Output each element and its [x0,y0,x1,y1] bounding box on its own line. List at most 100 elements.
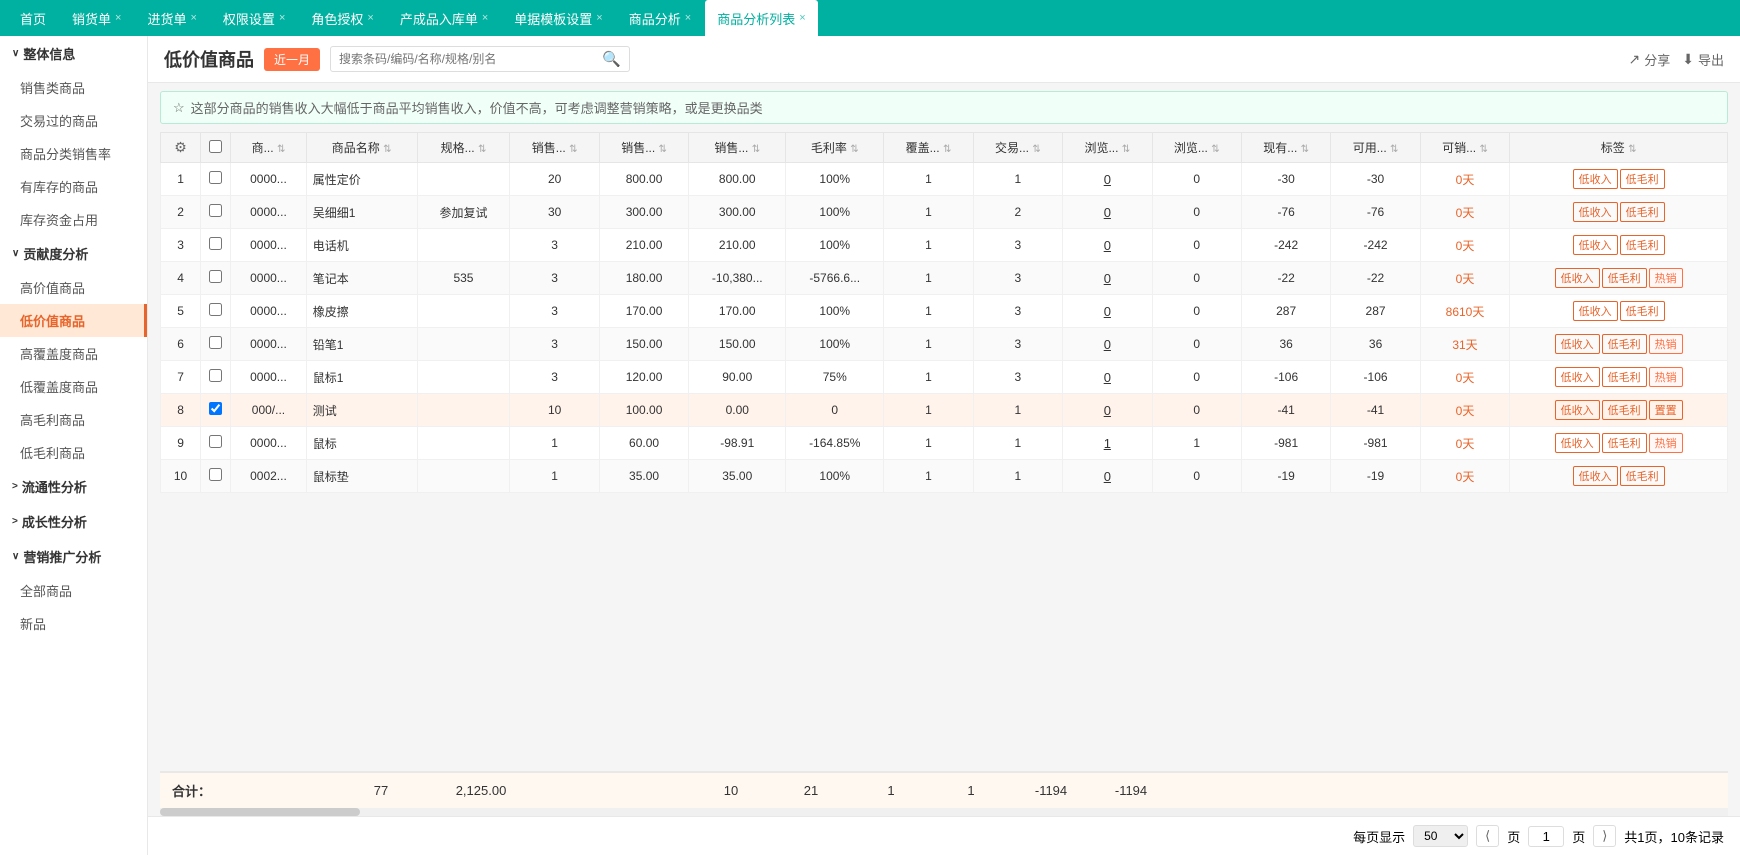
cell-checkbox[interactable] [201,229,231,262]
next-page-button[interactable]: ⟩ [1593,825,1616,847]
close-icon[interactable]: × [279,12,285,24]
close-icon[interactable]: × [190,12,196,24]
cell-browse1[interactable]: 1 [1063,427,1152,460]
close-icon[interactable]: × [482,12,488,24]
cell-browse1[interactable]: 0 [1063,229,1152,262]
sidebar-group-overall[interactable]: ∨ 整体信息 [0,36,147,71]
close-icon[interactable]: × [799,12,805,24]
col-code[interactable]: 商... ⇅ [231,133,307,163]
browse1-link[interactable]: 0 [1104,337,1111,352]
sidebar-item-low-value[interactable]: 低价值商品 [0,304,147,337]
row-checkbox[interactable] [209,237,222,250]
sidebar-item-high-margin[interactable]: 高毛利商品 [0,403,147,436]
nav-product-analysis-list[interactable]: 商品分析列表 × [705,0,817,36]
cell-checkbox[interactable] [201,460,231,493]
sidebar-item-high-coverage[interactable]: 高覆盖度商品 [0,337,147,370]
page-input[interactable] [1528,826,1564,847]
col-sales-qty[interactable]: 销售... ⇅ [510,133,599,163]
nav-product-in[interactable]: 产成品入库单 × [388,0,500,36]
cell-browse1[interactable]: 0 [1063,163,1152,196]
col-coverage[interactable]: 覆盖... ⇅ [884,133,973,163]
browse1-link[interactable]: 0 [1104,271,1111,286]
cell-browse1[interactable]: 0 [1063,262,1152,295]
per-page-select[interactable]: 50 100 200 [1413,825,1468,847]
sidebar-group-contribution[interactable]: ∨ 贡献度分析 [0,236,147,271]
sidebar-group-growth[interactable]: > 成长性分析 [0,504,147,539]
nav-permission[interactable]: 权限设置 × [211,0,297,36]
browse1-link[interactable]: 0 [1104,172,1111,187]
cell-checkbox[interactable] [201,295,231,328]
first-page-button[interactable]: ⟨ [1476,825,1499,847]
sidebar-item-in-stock[interactable]: 有库存的商品 [0,170,147,203]
close-icon[interactable]: × [596,12,602,24]
sidebar-item-new-products[interactable]: 新品 [0,607,147,640]
sidebar-group-marketing[interactable]: ∨ 营销推广分析 [0,539,147,574]
col-sales-amount[interactable]: 销售... ⇅ [599,133,688,163]
sidebar-item-sales-products[interactable]: 销售类商品 [0,71,147,104]
cell-browse1[interactable]: 0 [1063,361,1152,394]
nav-template[interactable]: 单据模板设置 × [502,0,614,36]
browse1-link[interactable]: 0 [1104,469,1111,484]
cell-checkbox[interactable] [201,163,231,196]
sidebar-item-low-margin[interactable]: 低毛利商品 [0,436,147,469]
sidebar-item-high-value[interactable]: 高价值商品 [0,271,147,304]
row-checkbox[interactable] [209,336,222,349]
col-tags[interactable]: 标签 ⇅ [1510,133,1728,163]
cell-checkbox[interactable] [201,394,231,427]
cell-checkbox[interactable] [201,196,231,229]
col-current[interactable]: 现有... ⇅ [1241,133,1330,163]
row-checkbox[interactable] [209,435,222,448]
cell-checkbox[interactable] [201,427,231,460]
cell-browse1[interactable]: 0 [1063,460,1152,493]
col-checkbox[interactable] [201,133,231,163]
browse1-link[interactable]: 0 [1104,370,1111,385]
search-icon[interactable]: 🔍 [602,50,621,68]
row-checkbox[interactable] [209,369,222,382]
export-button[interactable]: ⬇ 导出 [1682,50,1724,69]
browse1-link[interactable]: 1 [1104,436,1111,451]
row-checkbox[interactable] [209,468,222,481]
scrollbar-thumb[interactable] [160,808,360,816]
sidebar-item-all-products[interactable]: 全部商品 [0,574,147,607]
col-name[interactable]: 商品名称 ⇅ [306,133,417,163]
nav-purchase[interactable]: 进货单 × [135,0,208,36]
nav-product-analysis[interactable]: 商品分析 × [617,0,703,36]
browse1-link[interactable]: 0 [1104,304,1111,319]
cell-checkbox[interactable] [201,262,231,295]
cell-browse1[interactable]: 0 [1063,295,1152,328]
browse1-link[interactable]: 0 [1104,205,1111,220]
sidebar-item-low-coverage[interactable]: 低覆盖度商品 [0,370,147,403]
cell-browse1[interactable]: 0 [1063,328,1152,361]
search-input[interactable] [339,52,598,66]
col-sales-other[interactable]: 销售... ⇅ [689,133,786,163]
nav-sales-order[interactable]: 销货单 × [60,0,133,36]
nav-home[interactable]: 首页 [8,0,58,36]
col-sellable[interactable]: 可销... ⇅ [1420,133,1509,163]
row-checkbox[interactable] [209,204,222,217]
row-checkbox[interactable] [209,270,222,283]
row-checkbox[interactable] [209,402,222,415]
cell-checkbox[interactable] [201,361,231,394]
col-settings[interactable]: ⚙ [161,133,201,163]
settings-icon[interactable]: ⚙ [174,139,187,155]
cell-browse1[interactable]: 0 [1063,196,1152,229]
col-margin-rate[interactable]: 毛利率 ⇅ [786,133,884,163]
col-browse1[interactable]: 浏览... ⇅ [1063,133,1152,163]
row-checkbox[interactable] [209,171,222,184]
sidebar-item-category-rate[interactable]: 商品分类销售率 [0,137,147,170]
browse1-link[interactable]: 0 [1104,403,1111,418]
close-icon[interactable]: × [115,12,121,24]
row-checkbox[interactable] [209,303,222,316]
search-box[interactable]: 🔍 [330,46,630,72]
share-button[interactable]: ↗ 分享 [1629,50,1671,69]
sidebar-item-stock-fund[interactable]: 库存资金占用 [0,203,147,236]
col-spec[interactable]: 规格... ⇅ [417,133,510,163]
nav-role-auth[interactable]: 角色授权 × [299,0,385,36]
col-browse2[interactable]: 浏览... ⇅ [1152,133,1241,163]
col-available[interactable]: 可用... ⇅ [1331,133,1420,163]
cell-browse1[interactable]: 0 [1063,394,1152,427]
close-icon[interactable]: × [685,12,691,24]
filter-button[interactable]: 近一月 [264,48,320,71]
horizontal-scrollbar[interactable] [160,808,1728,816]
select-all-checkbox[interactable] [209,140,222,153]
